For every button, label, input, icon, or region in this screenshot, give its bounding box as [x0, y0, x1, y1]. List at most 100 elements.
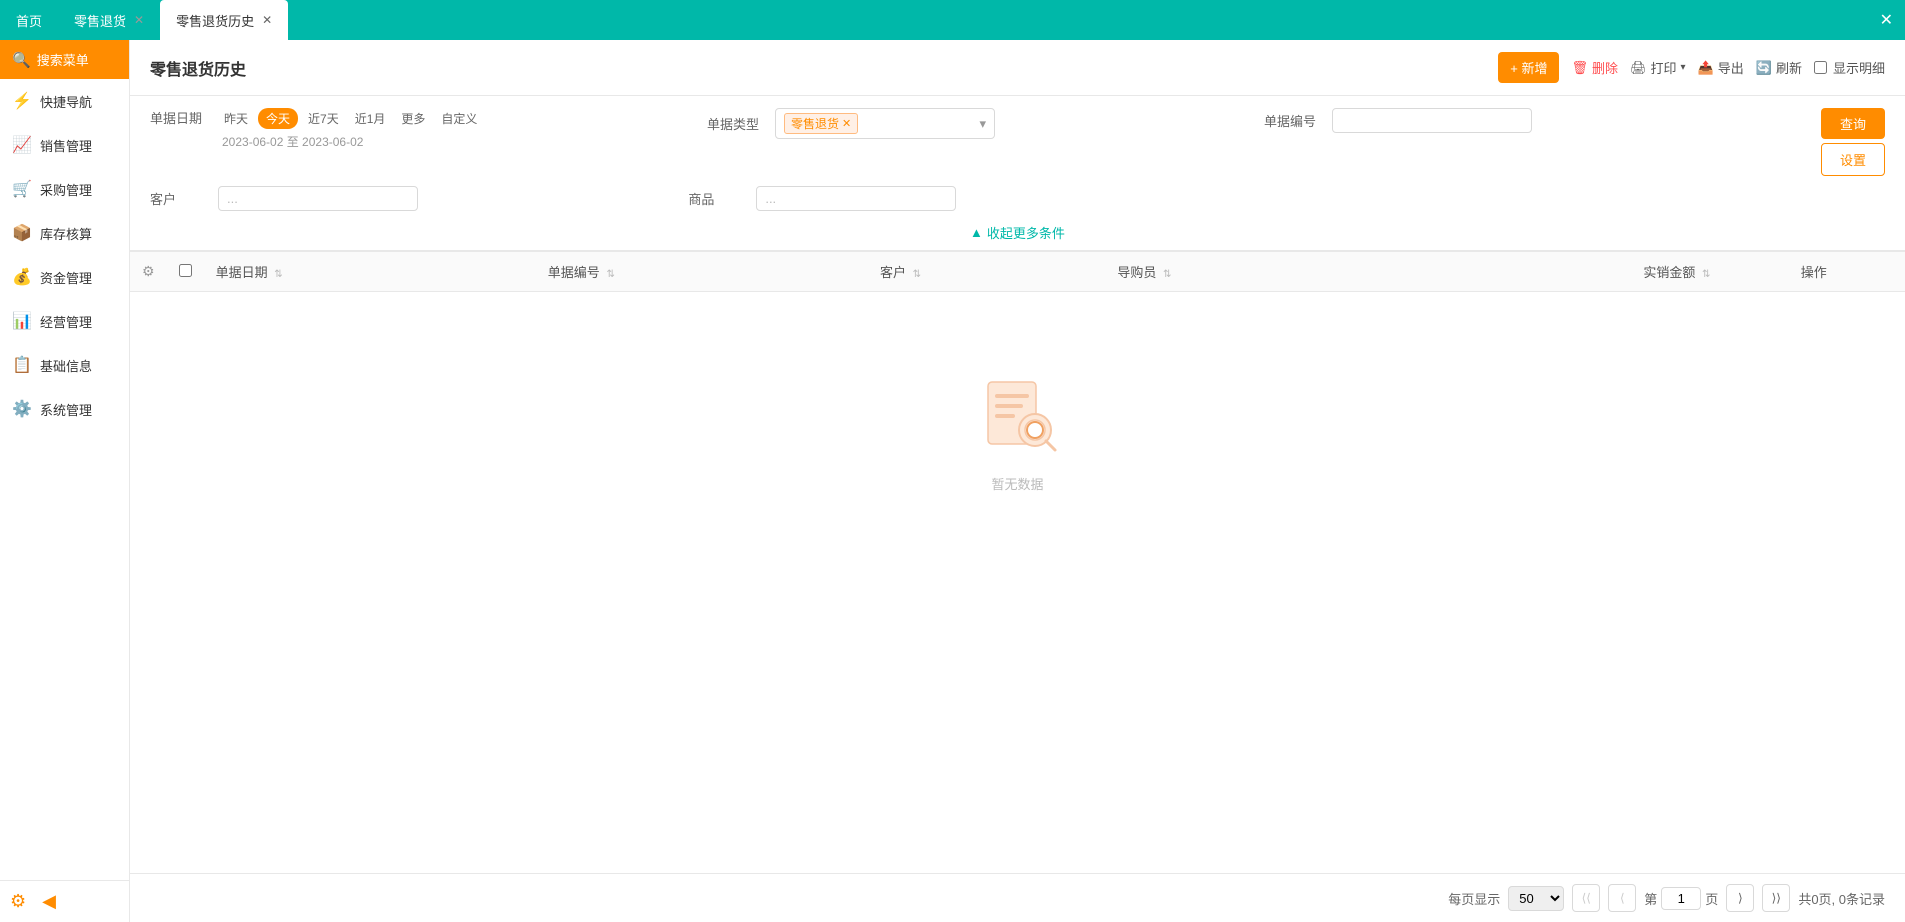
page-size-label: 每页显示	[1448, 889, 1500, 908]
inventory-icon: 📦	[12, 223, 32, 243]
nav-label-system: 系统管理	[40, 400, 92, 419]
pagination-bar: 每页显示 50 10 20 100 ⟨⟨ ⟨ 第 页 ⟩ ⟩⟩ 共0页, 0条记…	[130, 873, 1905, 922]
customer-input[interactable]: ...	[218, 186, 418, 211]
sales-icon: 📈	[12, 135, 32, 155]
display-detail-checkbox-wrapper: 显示明细	[1814, 58, 1885, 77]
collapse-sidebar-icon[interactable]: ◀	[42, 891, 56, 912]
goods-input[interactable]: ...	[756, 186, 956, 211]
th-amount: 实销金额 ⇅	[1390, 252, 1722, 292]
sidebar-item-system-mgmt[interactable]: ⚙️ 系统管理	[0, 387, 129, 431]
sort-billno-icon[interactable]: ⇅	[606, 269, 614, 280]
sidebar-item-finance[interactable]: 💰 资金管理	[0, 255, 129, 299]
th-guide: 导购员 ⇅	[1105, 252, 1390, 292]
type-tag-close[interactable]: ✕	[842, 117, 851, 130]
tab-bar: 首页 零售退货 ✕ 零售退货历史 ✕	[0, 0, 1880, 40]
billno-label: 单据编号	[1264, 111, 1324, 130]
table-settings-icon[interactable]: ⚙	[142, 263, 155, 279]
sort-customer-icon[interactable]: ⇅	[913, 269, 921, 280]
sort-amount-icon[interactable]: ⇅	[1702, 269, 1710, 280]
settings-bottom-icon[interactable]: ⚙	[10, 891, 26, 912]
sidebar-item-operations[interactable]: 📊 经营管理	[0, 299, 129, 343]
query-button[interactable]: 查询	[1821, 108, 1885, 139]
th-date: 单据日期 ⇅	[204, 252, 536, 292]
date-btn-yesterday[interactable]: 昨天	[218, 108, 254, 129]
select-all-checkbox[interactable]	[179, 264, 192, 277]
display-detail-checkbox[interactable]	[1814, 61, 1827, 74]
nav-label-sales: 销售管理	[40, 136, 92, 155]
nav-label-finance: 资金管理	[40, 268, 92, 287]
data-table: ⚙ 单据日期 ⇅ 单据编号 ⇅	[130, 251, 1905, 292]
th-billno: 单据编号 ⇅	[536, 252, 868, 292]
main-layout: 🔍 搜索菜单 ⚡ 快捷导航 📈 销售管理 🛒 采购管理 📦 库存核算 💰	[0, 40, 1905, 922]
date-btn-custom[interactable]: 自定义	[435, 108, 483, 129]
sidebar-nav: ⚡ 快捷导航 📈 销售管理 🛒 采购管理 📦 库存核算 💰 资金管理 📊	[0, 79, 129, 880]
window-close-icon[interactable]: ✕	[1880, 10, 1905, 30]
set-button[interactable]: 设置	[1821, 143, 1885, 176]
date-filter-group: 昨天 今天 近7天 近1月 更多 自定义	[218, 108, 483, 129]
purchase-icon: 🛒	[12, 179, 32, 199]
refresh-icon: 🔄	[1756, 60, 1772, 76]
date-btn-more[interactable]: 更多	[395, 108, 431, 129]
date-btn-1month[interactable]: 近1月	[349, 108, 392, 129]
page-size-select[interactable]: 50 10 20 100	[1508, 886, 1564, 911]
export-icon: 📤	[1698, 60, 1714, 76]
export-button[interactable]: 📤 导出	[1698, 58, 1744, 77]
type-dropdown-icon: ▾	[979, 116, 986, 132]
system-icon: ⚙️	[12, 399, 32, 419]
th-action: 操作	[1722, 252, 1905, 292]
empty-text: 暂无数据	[991, 474, 1043, 493]
sidebar-item-inventory[interactable]: 📦 库存核算	[0, 211, 129, 255]
sort-date-icon[interactable]: ⇅	[274, 269, 282, 280]
delete-button[interactable]: 🗑 删除	[1571, 58, 1618, 77]
nav-label-purchase: 采购管理	[40, 180, 92, 199]
sidebar-search-label: 搜索菜单	[37, 50, 89, 69]
sort-guide-icon[interactable]: ⇅	[1163, 269, 1171, 280]
collapse-filter-button[interactable]: ▲ 收起更多条件	[970, 223, 1065, 242]
sidebar-item-sales-mgmt[interactable]: 📈 销售管理	[0, 123, 129, 167]
table-container: ⚙ 单据日期 ⇅ 单据编号 ⇅	[130, 251, 1905, 873]
th-settings: ⚙	[130, 252, 167, 292]
display-detail-label: 显示明细	[1833, 58, 1885, 77]
tab-home[interactable]: 首页	[0, 0, 58, 40]
goods-label: 商品	[688, 189, 748, 208]
th-customer: 客户 ⇅	[868, 252, 1105, 292]
collapse-icon: ▲	[970, 225, 983, 240]
operations-icon: 📊	[12, 311, 32, 331]
filter-section: 单据日期 昨天 今天 近7天 近1月 更多 自定义 2023-06-02 至 2…	[130, 96, 1905, 251]
sidebar-bottom: ⚙ ◀	[0, 880, 129, 922]
query-set-buttons: 查询 设置	[1821, 108, 1885, 176]
print-icon: 🖨	[1630, 60, 1647, 76]
date-btn-today[interactable]: 今天	[258, 108, 298, 129]
page-first-btn[interactable]: ⟨⟨	[1572, 884, 1600, 912]
print-button[interactable]: 🖨 打印 ▾	[1630, 58, 1686, 77]
page-actions: + 新增 🗑 删除 🖨 打印 ▾ 📤 导出 🔄 刷新	[1498, 52, 1885, 83]
page-last-btn[interactable]: ⟩⟩	[1762, 884, 1790, 912]
type-select[interactable]: 零售退货 ✕ ▾	[775, 108, 995, 139]
sidebar-item-quick-nav[interactable]: ⚡ 快捷导航	[0, 79, 129, 123]
billno-input[interactable]	[1332, 108, 1532, 133]
tab-retail-return-close[interactable]: ✕	[134, 13, 144, 27]
tab-retail-return[interactable]: 零售退货 ✕	[58, 0, 160, 40]
type-label: 单据类型	[707, 114, 767, 133]
sidebar: 🔍 搜索菜单 ⚡ 快捷导航 📈 销售管理 🛒 采购管理 📦 库存核算 💰	[0, 40, 130, 922]
date-range-display: 2023-06-02 至 2023-06-02	[222, 133, 483, 150]
sidebar-item-purchase-mgmt[interactable]: 🛒 采购管理	[0, 167, 129, 211]
table-wrapper: ⚙ 单据日期 ⇅ 单据编号 ⇅	[130, 251, 1905, 922]
total-info: 共0页, 0条记录	[1798, 889, 1885, 908]
date-btn-7days[interactable]: 近7天	[302, 108, 345, 129]
page-header: 零售退货历史 + 新增 🗑 删除 🖨 打印 ▾ 📤 导出	[130, 40, 1905, 96]
page-next-btn[interactable]: ⟩	[1726, 884, 1754, 912]
sidebar-item-basic-info[interactable]: 📋 基础信息	[0, 343, 129, 387]
refresh-button[interactable]: 🔄 刷新	[1756, 58, 1802, 77]
tab-retail-return-history-close[interactable]: ✕	[262, 13, 272, 27]
quick-nav-icon: ⚡	[12, 91, 32, 111]
sidebar-search[interactable]: 🔍 搜索菜单	[0, 40, 129, 79]
search-icon: 🔍	[12, 51, 31, 69]
selected-type-tag: 零售退货 ✕	[784, 113, 858, 134]
page-title: 零售退货历史	[150, 56, 246, 80]
empty-icon	[973, 372, 1063, 462]
tab-retail-return-history[interactable]: 零售退货历史 ✕	[160, 0, 288, 40]
add-button[interactable]: + 新增	[1498, 52, 1559, 83]
page-prev-btn[interactable]: ⟨	[1608, 884, 1636, 912]
page-number-input[interactable]	[1661, 887, 1701, 910]
